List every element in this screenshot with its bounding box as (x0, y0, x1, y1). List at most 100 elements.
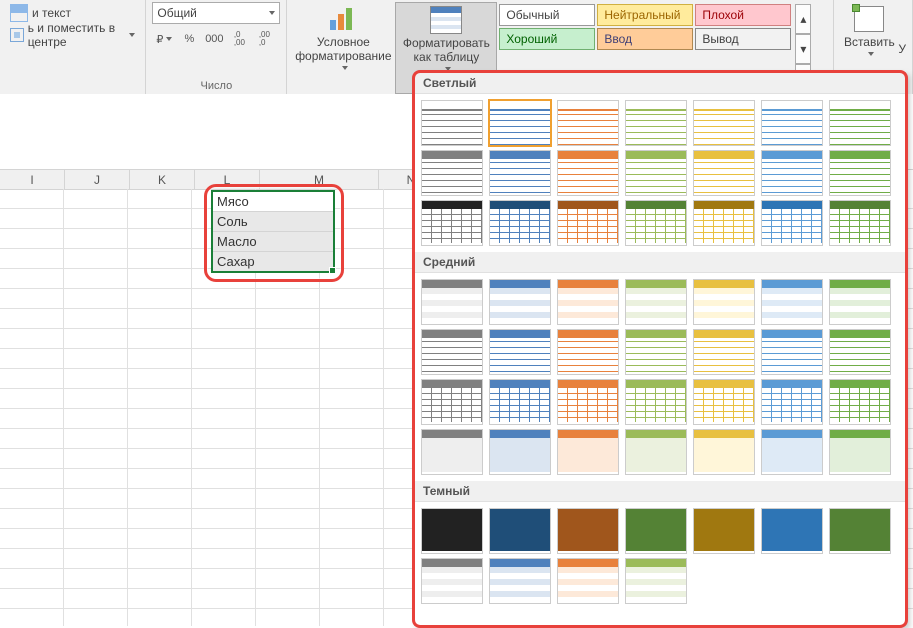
table-style-thumb[interactable] (421, 200, 483, 246)
thousands-button[interactable]: 000 (202, 28, 226, 50)
table-style-thumb[interactable] (625, 150, 687, 196)
style-input[interactable]: Ввод (597, 28, 693, 50)
conditional-formatting-icon (326, 4, 360, 34)
chevron-up-icon[interactable]: ▴ (795, 4, 811, 34)
gallery-grid-medium (415, 273, 905, 481)
gallery-grid-light (415, 94, 905, 252)
table-style-thumb[interactable] (829, 200, 891, 246)
chevron-down-icon[interactable]: ▾ (795, 34, 811, 64)
table-style-thumb[interactable] (761, 429, 823, 475)
table-style-thumb[interactable] (489, 279, 551, 325)
table-style-thumb[interactable] (625, 200, 687, 246)
table-style-thumb[interactable] (557, 379, 619, 425)
style-output[interactable]: Вывод (695, 28, 791, 50)
wrap-text-label: и текст (32, 6, 71, 20)
fill-handle[interactable] (329, 267, 336, 274)
table-style-thumb[interactable] (693, 379, 755, 425)
table-style-thumb[interactable] (489, 429, 551, 475)
table-style-thumb[interactable] (693, 150, 755, 196)
conditional-formatting-label: Условное форматирование (295, 36, 391, 64)
table-style-thumb[interactable] (625, 379, 687, 425)
table-style-thumb[interactable] (421, 329, 483, 375)
table-style-thumb[interactable] (829, 279, 891, 325)
table-style-thumb[interactable] (625, 429, 687, 475)
merge-icon (10, 28, 24, 42)
table-style-thumb[interactable] (761, 508, 823, 554)
table-style-thumb[interactable] (489, 379, 551, 425)
table-style-thumb[interactable] (693, 279, 755, 325)
table-style-thumb[interactable] (625, 329, 687, 375)
insert-label: Вставить (844, 36, 895, 50)
column-header[interactable]: K (130, 170, 195, 190)
table-style-thumb[interactable] (557, 429, 619, 475)
table-style-thumb[interactable] (761, 329, 823, 375)
table-style-thumb[interactable] (693, 508, 755, 554)
table-style-thumb[interactable] (761, 100, 823, 146)
number-format-combo[interactable]: Общий (152, 2, 280, 24)
style-normal[interactable]: Обычный (499, 4, 595, 26)
table-style-thumb[interactable] (489, 200, 551, 246)
table-style-thumb[interactable] (489, 100, 551, 146)
table-style-thumb[interactable] (693, 200, 755, 246)
percent-icon: % (184, 33, 194, 45)
table-style-thumb[interactable] (557, 329, 619, 375)
table-style-thumb[interactable] (557, 508, 619, 554)
increase-decimal-button[interactable]: ,0,00 (227, 28, 251, 50)
gallery-section-dark: Темный (415, 481, 905, 502)
table-style-thumb[interactable] (421, 558, 483, 604)
selected-cell[interactable]: Сахар (213, 252, 333, 271)
style-good[interactable]: Хороший (499, 28, 595, 50)
table-style-thumb[interactable] (421, 100, 483, 146)
table-style-thumb[interactable] (489, 329, 551, 375)
table-style-thumb[interactable] (829, 329, 891, 375)
column-header[interactable]: I (0, 170, 65, 190)
column-header[interactable]: L (195, 170, 260, 190)
table-style-thumb[interactable] (625, 279, 687, 325)
table-style-thumb[interactable] (829, 508, 891, 554)
decrease-decimal-button[interactable]: ,00,0 (252, 28, 276, 50)
table-style-thumb[interactable] (557, 150, 619, 196)
table-style-thumb[interactable] (761, 379, 823, 425)
style-neutral[interactable]: Нейтральный (597, 4, 693, 26)
table-style-thumb[interactable] (421, 150, 483, 196)
percent-button[interactable]: % (177, 28, 201, 50)
table-style-thumb[interactable] (693, 429, 755, 475)
table-style-thumb[interactable] (557, 200, 619, 246)
table-style-thumb[interactable] (625, 558, 687, 604)
table-style-thumb[interactable] (625, 100, 687, 146)
table-style-thumb[interactable] (421, 379, 483, 425)
table-style-thumb[interactable] (761, 200, 823, 246)
table-style-thumb[interactable] (557, 100, 619, 146)
table-style-thumb[interactable] (489, 508, 551, 554)
table-style-thumb[interactable] (421, 508, 483, 554)
currency-button[interactable]: ₽ (152, 28, 176, 50)
table-style-thumb[interactable] (625, 508, 687, 554)
table-style-thumb[interactable] (829, 379, 891, 425)
table-style-thumb[interactable] (829, 429, 891, 475)
table-style-thumb[interactable] (761, 279, 823, 325)
table-style-thumb[interactable] (693, 329, 755, 375)
table-style-thumb[interactable] (557, 558, 619, 604)
merge-center-button[interactable]: ь и поместить в центре (6, 24, 139, 46)
selected-cell[interactable]: Масло (213, 232, 333, 252)
table-styles-gallery[interactable]: Светлый Средний Темный (414, 72, 906, 626)
format-as-table-icon (429, 5, 463, 35)
table-style-thumb[interactable] (421, 279, 483, 325)
table-style-thumb[interactable] (421, 429, 483, 475)
selection-range[interactable]: Мясо Соль Масло Сахар (211, 190, 335, 273)
table-style-thumb[interactable] (829, 100, 891, 146)
table-style-thumb[interactable] (693, 100, 755, 146)
table-style-thumb[interactable] (489, 558, 551, 604)
thousands-icon: 000 (205, 33, 223, 45)
conditional-formatting-button[interactable]: Условное форматирование (293, 2, 393, 94)
table-style-thumb[interactable] (761, 150, 823, 196)
column-header[interactable]: M (260, 170, 379, 190)
column-header[interactable]: J (65, 170, 130, 190)
insert-icon (852, 4, 886, 34)
style-bad[interactable]: Плохой (695, 4, 791, 26)
table-style-thumb[interactable] (557, 279, 619, 325)
table-style-thumb[interactable] (829, 150, 891, 196)
selected-cell[interactable]: Соль (213, 212, 333, 232)
table-style-thumb[interactable] (489, 150, 551, 196)
active-cell[interactable]: Мясо (213, 192, 333, 212)
